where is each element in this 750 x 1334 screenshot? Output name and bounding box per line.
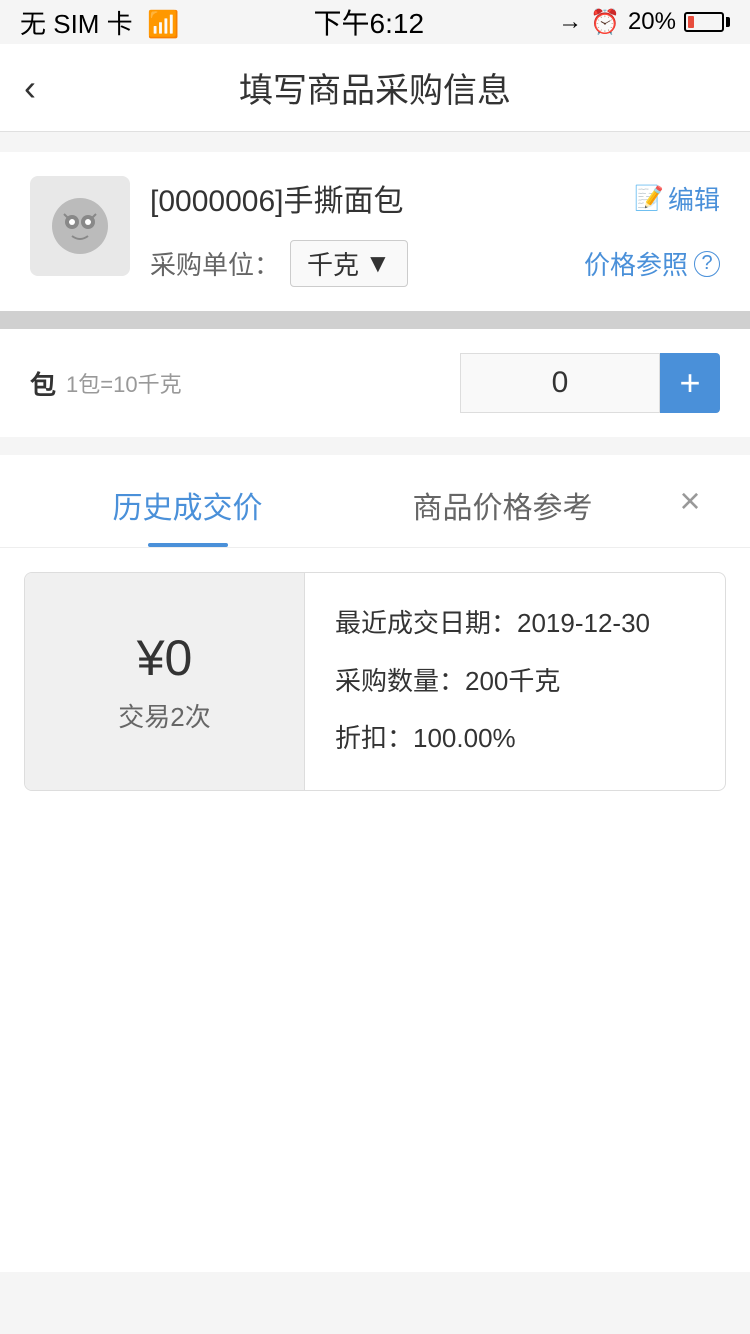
- trade-price-section: ¥0 交易2次: [25, 573, 305, 790]
- tab-close-button[interactable]: ×: [660, 471, 720, 531]
- quantity-row: 包 1包=10千克 +: [0, 329, 750, 437]
- trade-count: 交易2次: [118, 697, 210, 734]
- battery-icon: [684, 12, 730, 32]
- trade-date: 最近成交日期：2019-12-30: [335, 603, 695, 645]
- edit-icon: 📝: [634, 184, 664, 213]
- unit-label: 采购单位： 千克 ▼: [150, 240, 408, 287]
- tab-bar: 历史成交价 商品价格参考 ×: [0, 455, 750, 548]
- price-ref-button[interactable]: 价格参照 ?: [584, 245, 720, 282]
- unit-sub: 1包=10千克: [66, 367, 182, 399]
- trade-discount: 折扣：100.00%: [335, 718, 695, 760]
- quantity-label: 包 1包=10千克: [30, 365, 182, 402]
- back-button[interactable]: ‹: [24, 67, 36, 109]
- product-image: [30, 176, 130, 276]
- trade-detail-section: 最近成交日期：2019-12-30 采购数量：200千克 折扣：100.00%: [305, 573, 725, 790]
- product-unit-row: 采购单位： 千克 ▼ 价格参照 ?: [150, 240, 720, 287]
- tab-content: ¥0 交易2次 最近成交日期：2019-12-30 采购数量：200千克 折扣：…: [0, 572, 750, 1272]
- alarm-icon: ⏰: [590, 8, 620, 37]
- product-name-row: [0000006]手撕面包 📝 编辑: [150, 176, 720, 220]
- status-bar: 无 SIM 卡 📶 下午6:12 → ⏰ 20%: [0, 0, 750, 44]
- quantity-plus-button[interactable]: +: [660, 353, 720, 413]
- page-title: 填写商品采购信息: [239, 63, 511, 112]
- trade-quantity: 采购数量：200千克: [335, 661, 695, 703]
- edit-button[interactable]: 📝 编辑: [634, 180, 720, 217]
- status-time: 下午6:12: [314, 2, 425, 42]
- product-card: [0000006]手撕面包 📝 编辑 采购单位： 千克 ▼ 价格参照 ?: [0, 152, 750, 311]
- location-icon: →: [558, 8, 582, 36]
- nav-bar: ‹ 填写商品采购信息: [0, 44, 750, 132]
- dropdown-icon: ▼: [365, 248, 391, 279]
- unit-select[interactable]: 千克 ▼: [290, 240, 408, 287]
- product-info: [0000006]手撕面包 📝 编辑 采购单位： 千克 ▼ 价格参照 ?: [150, 176, 720, 287]
- unit-badge: 包: [30, 365, 56, 402]
- section-divider: [0, 311, 750, 329]
- help-icon: ?: [694, 251, 720, 277]
- quantity-control: +: [460, 353, 720, 413]
- status-carrier: 无 SIM 卡 📶: [20, 4, 180, 41]
- status-icons: → ⏰ 20%: [558, 8, 730, 37]
- trade-price: ¥0: [137, 629, 193, 687]
- tab-panel: 历史成交价 商品价格参考 × ¥0 交易2次 最近成交日期：2019-12-30…: [0, 455, 750, 1272]
- battery-percent: 20%: [628, 8, 676, 36]
- product-name: [0000006]手撕面包: [150, 176, 403, 220]
- tab-history-price[interactable]: 历史成交价: [30, 455, 345, 547]
- trade-card: ¥0 交易2次 最近成交日期：2019-12-30 采购数量：200千克 折扣：…: [24, 572, 726, 791]
- tab-price-reference[interactable]: 商品价格参考: [345, 455, 660, 547]
- quantity-input[interactable]: [460, 353, 660, 413]
